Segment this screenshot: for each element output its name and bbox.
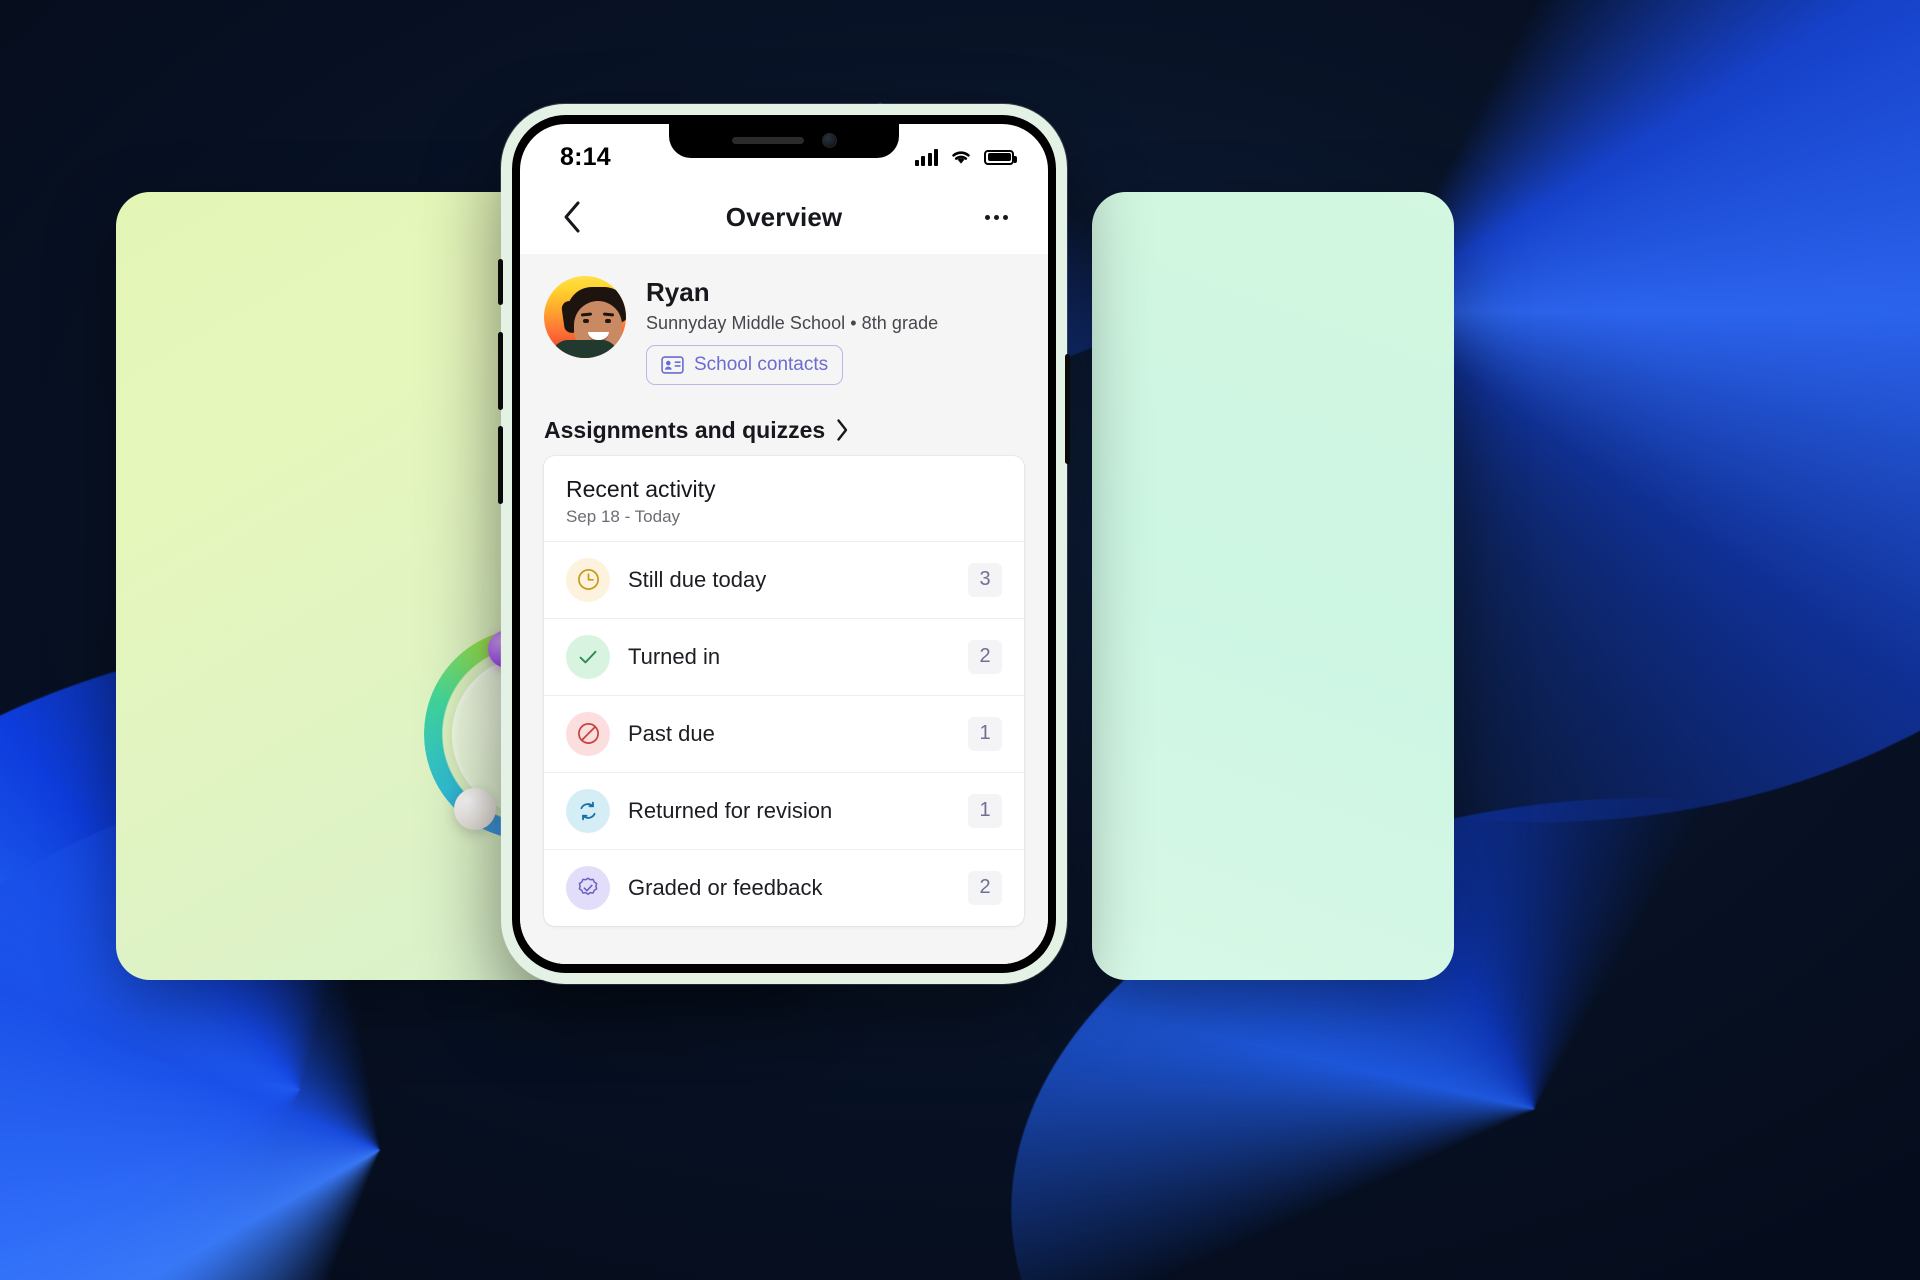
row-count: 3 [968, 562, 1002, 597]
assignments-section-header[interactable]: Assignments and quizzes [520, 403, 1048, 456]
row-label: Graded or feedback [628, 874, 823, 900]
phone-volume-down-button[interactable] [498, 426, 503, 504]
phone-mockup: 8:14 Overview Ryan Sunnyday Middle Schoo… [498, 104, 1070, 984]
row-label: Past due [628, 720, 715, 746]
school-contacts-label: School contacts [694, 353, 829, 375]
recent-activity-header: Recent activity Sep 18 - Today [544, 456, 1024, 541]
table-row[interactable]: Turned in 2 [544, 617, 1024, 695]
content-fade [520, 924, 1048, 964]
recent-activity-title: Recent activity [566, 475, 716, 502]
more-options-icon [1002, 214, 1008, 220]
row-label: Returned for revision [628, 797, 833, 823]
phone-bezel: 8:14 Overview Ryan Sunnyday Middle Schoo… [512, 115, 1056, 973]
profile-info: Ryan Sunnyday Middle School • 8th grade [646, 276, 1024, 385]
status-time: 8:14 [560, 142, 611, 171]
page-title: Overview [725, 201, 843, 232]
phone-mute-switch[interactable] [498, 259, 503, 305]
back-button[interactable] [550, 195, 594, 239]
table-row[interactable]: Returned for revision 1 [544, 771, 1024, 849]
student-school-grade: Sunnyday Middle School • 8th grade [646, 312, 939, 333]
check-icon [566, 634, 610, 679]
loop-refresh-icon [566, 788, 610, 833]
clock-icon [566, 557, 610, 602]
avatar [544, 276, 626, 358]
front-camera-icon [821, 132, 837, 148]
contact-card-icon [661, 356, 684, 374]
avatar-shirt [552, 340, 618, 358]
app-navbar: Overview [520, 180, 1048, 254]
white-sphere [454, 788, 496, 830]
more-options-icon [993, 214, 999, 220]
row-label: Still due today [628, 566, 767, 592]
more-options-button[interactable] [974, 195, 1018, 239]
phone-screen: 8:14 Overview Ryan Sunnyday Middle Schoo… [520, 124, 1048, 964]
prohibited-icon [566, 711, 610, 756]
chevron-left-icon [564, 201, 580, 233]
more-options-icon [984, 214, 990, 220]
earpiece-speaker [731, 136, 804, 144]
battery-full-icon [984, 149, 1017, 165]
student-profile: Ryan Sunnyday Middle School • 8th grade [520, 254, 1048, 403]
row-count: 1 [968, 793, 1002, 828]
table-row[interactable]: Past due 1 [544, 694, 1024, 772]
row-count: 1 [968, 716, 1002, 751]
chevron-right-icon [837, 419, 848, 442]
row-count: 2 [968, 870, 1002, 905]
student-name: Ryan [646, 277, 710, 307]
school-contacts-button[interactable]: School contacts [646, 344, 844, 385]
phone-notch [669, 124, 899, 158]
row-count: 2 [968, 639, 1002, 674]
background-card-right [1092, 192, 1454, 980]
screenshot-stage: 8:14 Overview Ryan Sunnyday Middle Schoo… [0, 0, 1920, 1280]
row-label: Turned in [628, 643, 721, 669]
phone-power-button[interactable] [1065, 354, 1070, 464]
recent-activity-daterange: Sep 18 - Today [566, 506, 681, 526]
table-row[interactable]: Still due today 3 [544, 540, 1024, 618]
recent-activity-card: Recent activity Sep 18 - Today Still due… [544, 455, 1024, 926]
assignments-section-title: Assignments and quizzes [544, 416, 826, 443]
cellular-signal-icon [914, 148, 938, 166]
wifi-icon [952, 151, 970, 164]
phone-volume-up-button[interactable] [498, 332, 503, 410]
table-row[interactable]: Graded or feedback 2 [544, 848, 1024, 926]
status-indicators [914, 148, 1017, 166]
badge-check-icon [566, 865, 610, 910]
overview-content: Ryan Sunnyday Middle School • 8th grade [520, 254, 1048, 964]
